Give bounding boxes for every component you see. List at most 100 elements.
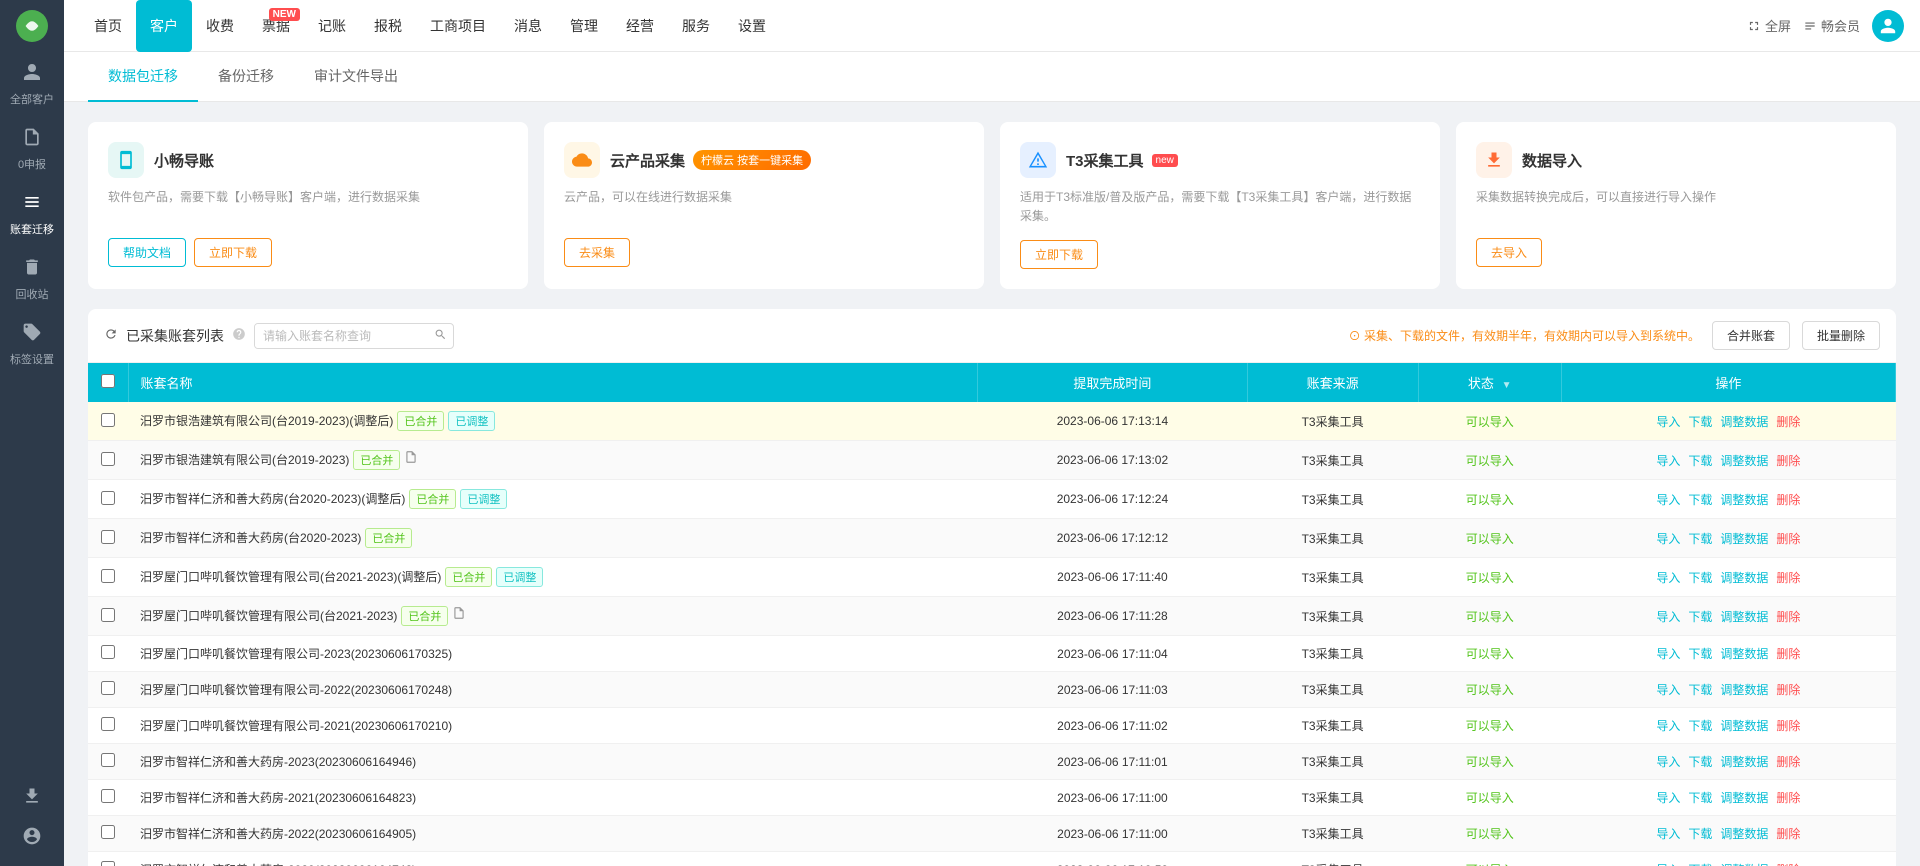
file-icon[interactable] <box>452 608 466 623</box>
member-btn[interactable]: 畅会员 <box>1803 16 1860 35</box>
action-导入[interactable]: 导入 <box>1656 825 1680 842</box>
action-调整数据[interactable]: 调整数据 <box>1720 608 1768 625</box>
batch-delete-button[interactable]: 批量删除 <box>1802 321 1880 350</box>
action-删除[interactable]: 删除 <box>1776 717 1800 734</box>
help-doc-button[interactable]: 帮助文档 <box>108 238 186 267</box>
action-删除[interactable]: 删除 <box>1776 861 1800 866</box>
nav-message[interactable]: 消息 <box>500 0 556 52</box>
action-下载[interactable]: 下载 <box>1688 413 1712 430</box>
action-调整数据[interactable]: 调整数据 <box>1720 645 1768 662</box>
action-删除[interactable]: 删除 <box>1776 681 1800 698</box>
nav-service[interactable]: 服务 <box>668 0 724 52</box>
search-input[interactable] <box>255 324 426 348</box>
action-调整数据[interactable]: 调整数据 <box>1720 413 1768 430</box>
row-checkbox[interactable] <box>101 789 115 803</box>
nav-settings[interactable]: 设置 <box>724 0 780 52</box>
row-checkbox[interactable] <box>101 717 115 731</box>
fullscreen-btn[interactable]: 全屏 <box>1747 16 1791 35</box>
row-checkbox[interactable] <box>101 452 115 466</box>
action-删除[interactable]: 删除 <box>1776 789 1800 806</box>
sidebar-user[interactable] <box>0 818 64 854</box>
sidebar-download[interactable] <box>0 778 64 814</box>
action-导入[interactable]: 导入 <box>1656 861 1680 866</box>
action-下载[interactable]: 下载 <box>1688 861 1712 866</box>
action-下载[interactable]: 下载 <box>1688 530 1712 547</box>
action-下载[interactable]: 下载 <box>1688 753 1712 770</box>
action-下载[interactable]: 下载 <box>1688 789 1712 806</box>
action-下载[interactable]: 下载 <box>1688 491 1712 508</box>
action-下载[interactable]: 下载 <box>1688 452 1712 469</box>
select-all-checkbox[interactable] <box>101 374 115 388</box>
sidebar-item-recycle[interactable]: 回收站 <box>0 247 64 312</box>
tab-audit-export[interactable]: 审计文件导出 <box>294 52 418 102</box>
search-button[interactable] <box>426 324 454 348</box>
action-调整数据[interactable]: 调整数据 <box>1720 861 1768 866</box>
action-下载[interactable]: 下载 <box>1688 681 1712 698</box>
action-下载[interactable]: 下载 <box>1688 717 1712 734</box>
merge-account-button[interactable]: 合并账套 <box>1712 321 1790 350</box>
nav-payment[interactable]: 收费 <box>192 0 248 52</box>
sidebar-item-tag-settings[interactable]: 标签设置 <box>0 312 64 377</box>
row-checkbox[interactable] <box>101 861 115 866</box>
refresh-icon[interactable] <box>104 327 118 344</box>
row-checkbox[interactable] <box>101 608 115 622</box>
action-导入[interactable]: 导入 <box>1656 491 1680 508</box>
download-t3-button[interactable]: 立即下载 <box>1020 240 1098 269</box>
action-调整数据[interactable]: 调整数据 <box>1720 825 1768 842</box>
action-调整数据[interactable]: 调整数据 <box>1720 681 1768 698</box>
nav-invoice[interactable]: 票据 NEW <box>248 0 304 52</box>
action-调整数据[interactable]: 调整数据 <box>1720 530 1768 547</box>
nav-operation[interactable]: 经营 <box>612 0 668 52</box>
row-checkbox[interactable] <box>101 681 115 695</box>
action-导入[interactable]: 导入 <box>1656 681 1680 698</box>
action-导入[interactable]: 导入 <box>1656 452 1680 469</box>
action-删除[interactable]: 删除 <box>1776 413 1800 430</box>
action-删除[interactable]: 删除 <box>1776 825 1800 842</box>
nav-customer[interactable]: 客户 <box>136 0 192 52</box>
action-删除[interactable]: 删除 <box>1776 645 1800 662</box>
go-import-button[interactable]: 去导入 <box>1476 238 1542 267</box>
action-导入[interactable]: 导入 <box>1656 645 1680 662</box>
user-avatar[interactable] <box>1872 10 1904 42</box>
action-调整数据[interactable]: 调整数据 <box>1720 753 1768 770</box>
download-now-button[interactable]: 立即下载 <box>194 238 272 267</box>
action-删除[interactable]: 删除 <box>1776 530 1800 547</box>
action-下载[interactable]: 下载 <box>1688 608 1712 625</box>
action-调整数据[interactable]: 调整数据 <box>1720 491 1768 508</box>
action-下载[interactable]: 下载 <box>1688 569 1712 586</box>
sidebar-item-account-transfer[interactable]: 账套迁移 <box>0 182 64 247</box>
row-checkbox[interactable] <box>101 413 115 427</box>
row-checkbox[interactable] <box>101 753 115 767</box>
row-checkbox[interactable] <box>101 645 115 659</box>
nav-manage[interactable]: 管理 <box>556 0 612 52</box>
action-导入[interactable]: 导入 <box>1656 569 1680 586</box>
nav-home[interactable]: 首页 <box>80 0 136 52</box>
action-删除[interactable]: 删除 <box>1776 491 1800 508</box>
tab-data-migration[interactable]: 数据包迁移 <box>88 52 198 102</box>
nav-tax[interactable]: 报税 <box>360 0 416 52</box>
action-删除[interactable]: 删除 <box>1776 569 1800 586</box>
row-checkbox[interactable] <box>101 825 115 839</box>
row-checkbox[interactable] <box>101 530 115 544</box>
action-导入[interactable]: 导入 <box>1656 608 1680 625</box>
action-调整数据[interactable]: 调整数据 <box>1720 717 1768 734</box>
action-调整数据[interactable]: 调整数据 <box>1720 569 1768 586</box>
action-导入[interactable]: 导入 <box>1656 753 1680 770</box>
tab-backup-migration[interactable]: 备份迁移 <box>198 52 294 102</box>
row-checkbox[interactable] <box>101 569 115 583</box>
action-删除[interactable]: 删除 <box>1776 608 1800 625</box>
action-导入[interactable]: 导入 <box>1656 717 1680 734</box>
action-下载[interactable]: 下载 <box>1688 645 1712 662</box>
action-调整数据[interactable]: 调整数据 <box>1720 452 1768 469</box>
action-下载[interactable]: 下载 <box>1688 825 1712 842</box>
help-icon[interactable] <box>232 327 246 344</box>
action-导入[interactable]: 导入 <box>1656 413 1680 430</box>
nav-biz[interactable]: 工商项目 <box>416 0 500 52</box>
action-导入[interactable]: 导入 <box>1656 789 1680 806</box>
action-删除[interactable]: 删除 <box>1776 452 1800 469</box>
file-icon[interactable] <box>404 452 418 467</box>
action-导入[interactable]: 导入 <box>1656 530 1680 547</box>
sidebar-item-zero-report[interactable]: 0申报 <box>0 117 64 182</box>
action-删除[interactable]: 删除 <box>1776 753 1800 770</box>
go-collect-button[interactable]: 去采集 <box>564 238 630 267</box>
